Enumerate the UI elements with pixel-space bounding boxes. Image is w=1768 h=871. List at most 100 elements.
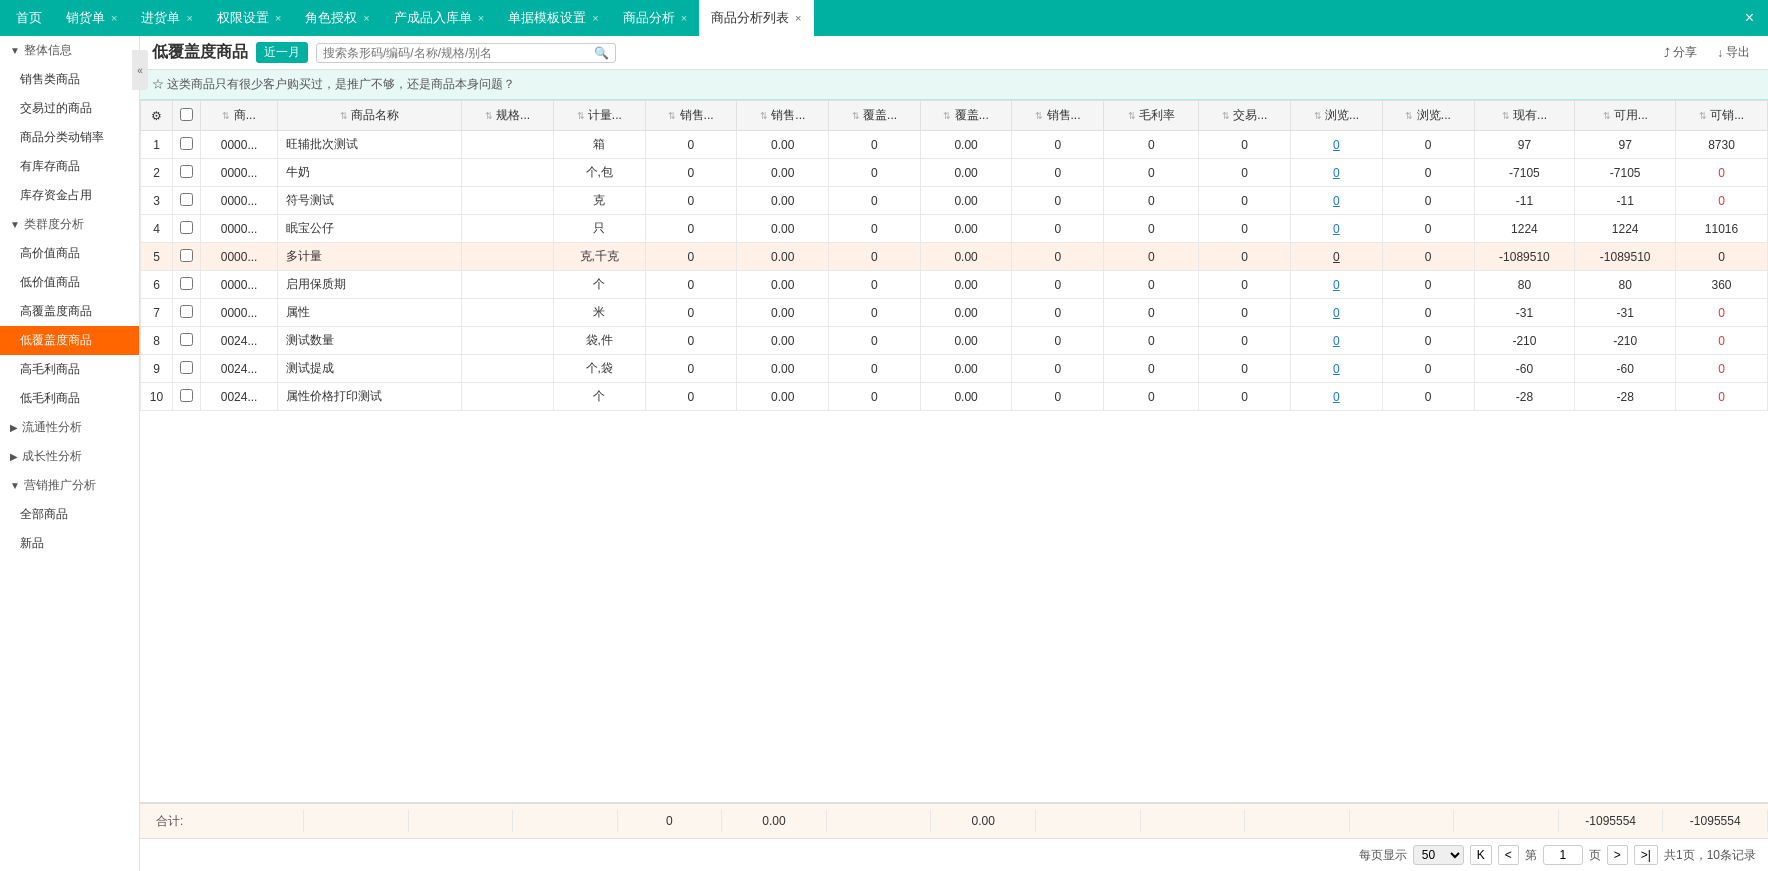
nav-close-icon[interactable]: ×: [592, 12, 598, 24]
select-all-checkbox[interactable]: [180, 108, 193, 121]
spec-column-header[interactable]: ⇅ 规格...: [462, 101, 554, 131]
nav-close-icon[interactable]: ×: [795, 12, 801, 24]
row-browse1[interactable]: 0: [1291, 383, 1383, 411]
transaction-column-header[interactable]: ⇅ 交易...: [1199, 101, 1291, 131]
unit-column-header[interactable]: ⇅ 计量...: [553, 101, 645, 131]
row-available-stock: -28: [1575, 383, 1676, 411]
settings-column-header[interactable]: ⚙: [141, 101, 173, 131]
row-checkbox[interactable]: [173, 355, 201, 383]
coverage2-column-header[interactable]: ⇅ 覆盖...: [920, 101, 1012, 131]
sidebar-item-high-coverage[interactable]: 高覆盖度商品: [0, 297, 139, 326]
sidebar-item-low-value[interactable]: 低价值商品: [0, 268, 139, 297]
saleable-column-header[interactable]: ⇅ 可销...: [1676, 101, 1768, 131]
row-checkbox[interactable]: [173, 187, 201, 215]
gear-icon[interactable]: ⚙: [151, 109, 162, 123]
row-browse1[interactable]: 0: [1291, 159, 1383, 187]
row-browse2: 0: [1382, 355, 1474, 383]
row-checkbox[interactable]: [173, 159, 201, 187]
sidebar-item-low-margin[interactable]: 低毛利商品: [0, 384, 139, 413]
last-page-button[interactable]: >|: [1634, 845, 1658, 865]
row-checkbox[interactable]: [173, 271, 201, 299]
sidebar-item-category-rate[interactable]: 商品分类动销率: [0, 123, 139, 152]
sidebar-collapse-button[interactable]: «: [132, 50, 148, 90]
sales-price-column-header[interactable]: ⇅ 销售...: [1012, 101, 1104, 131]
row-browse1[interactable]: 0: [1291, 131, 1383, 159]
page-number-input[interactable]: [1543, 845, 1583, 865]
row-browse1[interactable]: 0: [1291, 299, 1383, 327]
export-button[interactable]: ↓ 导出: [1711, 42, 1756, 63]
row-checkbox[interactable]: [173, 243, 201, 271]
sales-amt-column-header[interactable]: ⇅ 销售...: [737, 101, 829, 131]
row-browse1[interactable]: 0: [1291, 187, 1383, 215]
next-page-button[interactable]: >: [1607, 845, 1628, 865]
nav-home[interactable]: 首页: [4, 0, 54, 36]
row-transaction: 0: [1199, 243, 1291, 271]
row-checkbox[interactable]: [173, 299, 201, 327]
sidebar-item-stock-capital[interactable]: 库存资金占用: [0, 181, 139, 210]
nav-goods-analysis[interactable]: 商品分析 ×: [611, 0, 699, 36]
nav-close-icon[interactable]: ×: [186, 12, 192, 24]
row-spec: [462, 159, 554, 187]
period-button[interactable]: 近一月: [256, 42, 308, 63]
sidebar-item-high-value[interactable]: 高价值商品: [0, 239, 139, 268]
sidebar-item-stocked-goods[interactable]: 有库存商品: [0, 152, 139, 181]
row-checkbox[interactable]: [173, 383, 201, 411]
row-index: 6: [141, 271, 173, 299]
row-checkbox[interactable]: [173, 327, 201, 355]
sidebar-section-circulation[interactable]: ▶ 流通性分析: [0, 413, 139, 442]
sidebar-section-cluster[interactable]: ▼ 类群度分析: [0, 210, 139, 239]
nav-sales-order[interactable]: 销货单 ×: [54, 0, 129, 36]
nav-role-auth[interactable]: 角色授权 ×: [293, 0, 381, 36]
row-coverage2: 0.00: [920, 131, 1012, 159]
sidebar-section-overall[interactable]: ▼ 整体信息: [0, 36, 139, 65]
nav-close-icon[interactable]: ×: [478, 12, 484, 24]
coverage1-column-header[interactable]: ⇅ 覆盖...: [829, 101, 921, 131]
nav-doc-template[interactable]: 单据模板设置 ×: [496, 0, 610, 36]
sidebar-item-low-coverage[interactable]: 低覆盖度商品: [0, 326, 139, 355]
row-name: 测试提成: [278, 355, 462, 383]
name-column-header[interactable]: ⇅ 商品名称: [278, 101, 462, 131]
sidebar-section-growth[interactable]: ▶ 成长性分析: [0, 442, 139, 471]
sidebar-section-marketing[interactable]: ▼ 营销推广分析: [0, 471, 139, 500]
sidebar-item-new-goods[interactable]: 新品: [0, 529, 139, 558]
row-browse1[interactable]: 0: [1291, 271, 1383, 299]
nav-close-icon[interactable]: ×: [363, 12, 369, 24]
code-column-header[interactable]: ⇅ 商...: [201, 101, 278, 131]
nav-permission-settings[interactable]: 权限设置 ×: [205, 0, 293, 36]
row-sales-qty: 0: [645, 355, 737, 383]
nav-close-icon[interactable]: ×: [275, 12, 281, 24]
browse2-column-header[interactable]: ⇅ 浏览...: [1382, 101, 1474, 131]
gross-margin-column-header[interactable]: ⇅ 毛利率: [1104, 101, 1199, 131]
prev-page-button[interactable]: <: [1498, 845, 1519, 865]
sidebar-item-high-margin[interactable]: 高毛利商品: [0, 355, 139, 384]
nav-close-icon[interactable]: ×: [111, 12, 117, 24]
row-checkbox[interactable]: [173, 131, 201, 159]
current-stock-column-header[interactable]: ⇅ 现有...: [1474, 101, 1575, 131]
table-row: 10 0024... 属性价格打印测试 个 0 0.00 0 0.00 0 0 …: [141, 383, 1768, 411]
nav-close-icon[interactable]: ×: [681, 12, 687, 24]
row-checkbox[interactable]: [173, 215, 201, 243]
row-index: 8: [141, 327, 173, 355]
nav-product-stock[interactable]: 产成品入库单 ×: [382, 0, 496, 36]
total-placeholder-8: [1350, 810, 1455, 832]
sidebar-item-sales-goods[interactable]: 销售类商品: [0, 65, 139, 94]
sidebar-item-all-goods[interactable]: 全部商品: [0, 500, 139, 529]
row-browse1[interactable]: 0: [1291, 327, 1383, 355]
nav-close-all[interactable]: ×: [1735, 9, 1764, 27]
available-stock-column-header[interactable]: ⇅ 可用...: [1575, 101, 1676, 131]
row-unit: 个: [553, 383, 645, 411]
nav-purchase-order[interactable]: 进货单 ×: [129, 0, 204, 36]
row-browse1[interactable]: 0: [1291, 355, 1383, 383]
first-page-button[interactable]: K: [1470, 845, 1492, 865]
total-coverage2: 0.00: [931, 810, 1036, 832]
sales-qty-column-header[interactable]: ⇅ 销售...: [645, 101, 737, 131]
row-browse1[interactable]: 0: [1291, 215, 1383, 243]
search-icon[interactable]: 🔍: [594, 46, 609, 60]
nav-goods-analysis-list[interactable]: 商品分析列表 ×: [699, 0, 813, 36]
row-browse1[interactable]: 0: [1291, 243, 1383, 271]
sidebar-item-traded-goods[interactable]: 交易过的商品: [0, 94, 139, 123]
per-page-select[interactable]: 50 100 200: [1413, 845, 1464, 865]
share-button[interactable]: ⤴ 分享: [1658, 42, 1703, 63]
search-input[interactable]: [323, 46, 594, 60]
browse1-column-header[interactable]: ⇅ 浏览...: [1291, 101, 1383, 131]
